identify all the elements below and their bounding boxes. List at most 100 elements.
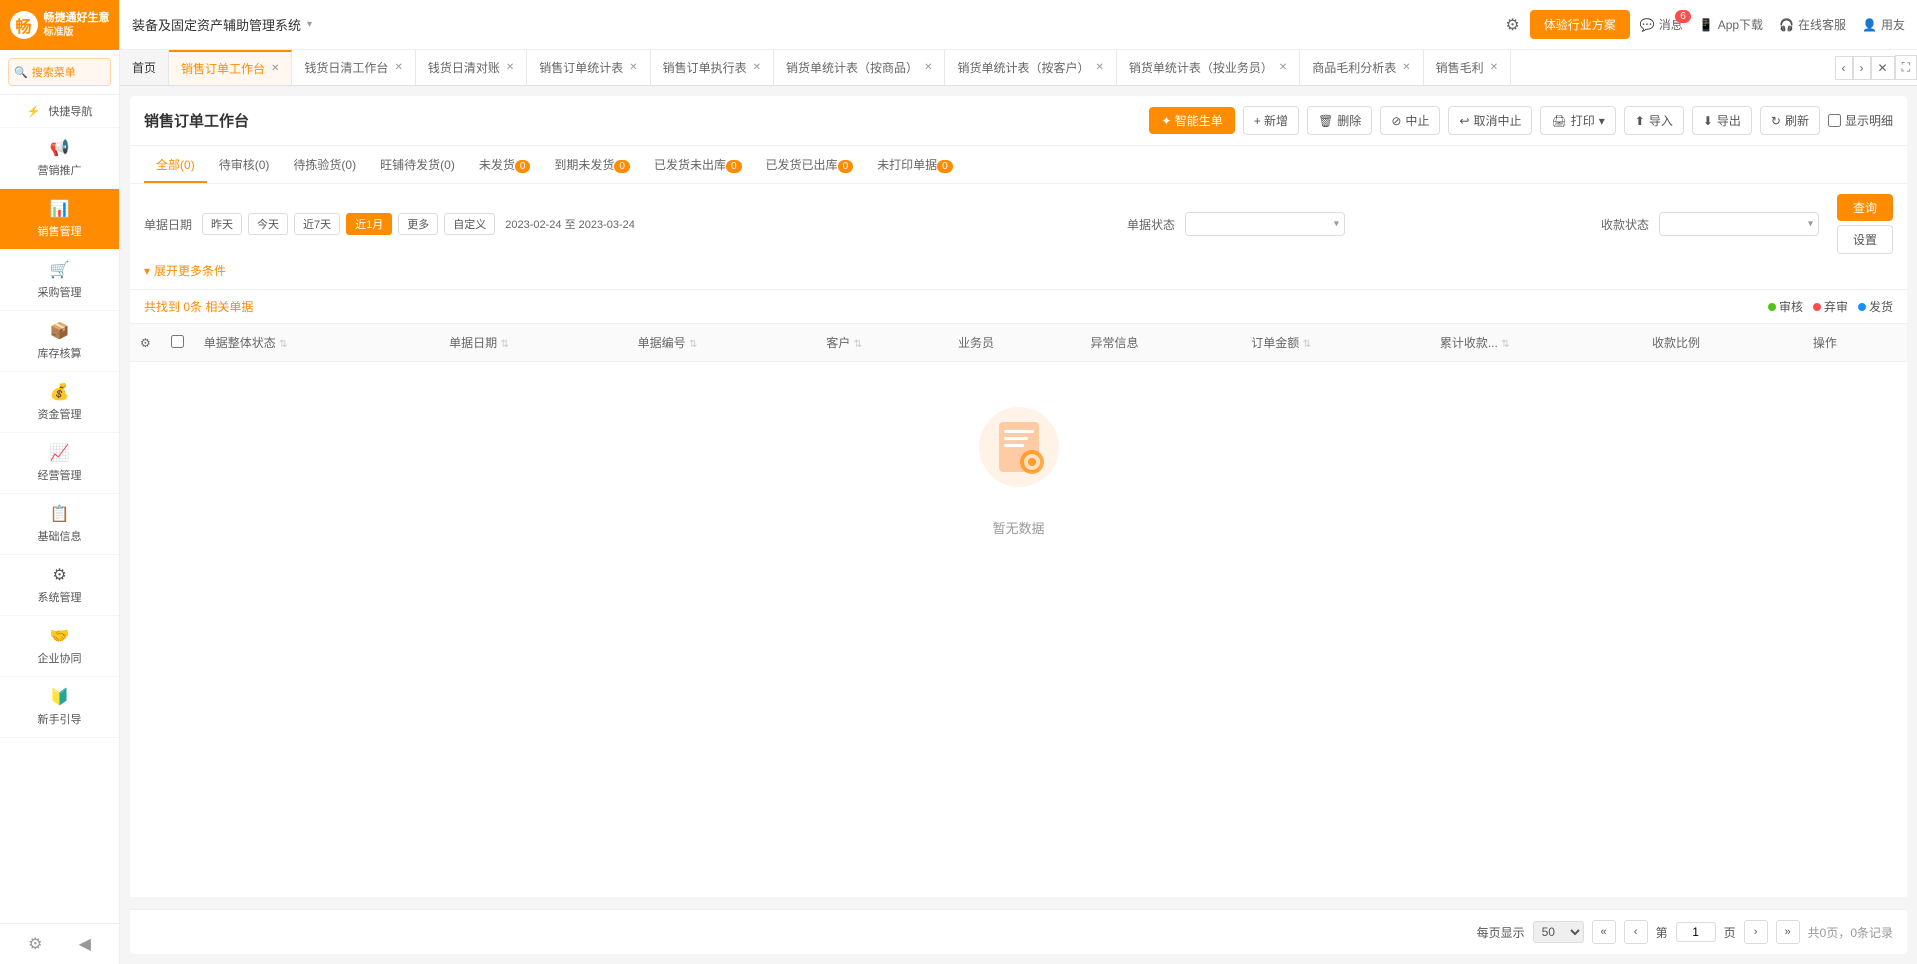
pagination-last-button[interactable]: » bbox=[1776, 920, 1800, 944]
pagination-first-button[interactable]: « bbox=[1592, 920, 1616, 944]
export-button[interactable]: ⬇ 导出 bbox=[1692, 106, 1752, 135]
tab-sales-product[interactable]: 销货单统计表（按商品） ✕ bbox=[774, 50, 945, 86]
tab-close-sales-product[interactable]: ✕ bbox=[924, 62, 932, 73]
amount-sort-icon[interactable]: ⇅ bbox=[1303, 339, 1311, 350]
sub-tab-shipped-not-out[interactable]: 已发货未出库0 bbox=[642, 146, 754, 183]
tab-sales-staff[interactable]: 销货单统计表（按业务员） ✕ bbox=[1117, 50, 1300, 86]
pagination-prev-button[interactable]: ‹ bbox=[1624, 920, 1648, 944]
refresh-button[interactable]: ↻ 刷新 bbox=[1760, 106, 1820, 135]
sidebar-item-guide[interactable]: 🔰 新手引导 bbox=[0, 677, 119, 738]
date-7days-button[interactable]: 近7天 bbox=[294, 213, 340, 235]
tab-profit-analysis[interactable]: 商品毛利分析表 ✕ bbox=[1300, 50, 1423, 86]
tabs-prev-button[interactable]: ‹ bbox=[1835, 56, 1853, 80]
select-all-checkbox[interactable] bbox=[171, 335, 184, 348]
date-yesterday-button[interactable]: 昨天 bbox=[202, 213, 242, 235]
sub-tab-wangpu[interactable]: 旺铺待发货(0) bbox=[368, 146, 467, 183]
tab-cash-reconcile[interactable]: 钱货日清对账 ✕ bbox=[416, 50, 527, 86]
tabs-next-button[interactable]: › bbox=[1853, 56, 1871, 80]
tab-close-sales-customer[interactable]: ✕ bbox=[1095, 62, 1103, 73]
tabs-close-all-button[interactable]: ✕ bbox=[1871, 56, 1895, 80]
page-size-select[interactable]: 10 20 50 100 bbox=[1533, 921, 1584, 943]
tab-sales-customer[interactable]: 销货单统计表（按客户） ✕ bbox=[945, 50, 1116, 86]
date-1month-button[interactable]: 近1月 bbox=[346, 213, 392, 235]
sidebar-item-quick-nav[interactable]: ⚡ 快捷导航 bbox=[0, 95, 119, 128]
settings-button[interactable]: 设置 bbox=[1837, 225, 1893, 254]
import-button[interactable]: ⬆ 导入 bbox=[1624, 106, 1684, 135]
number-sort-icon[interactable]: ⇅ bbox=[689, 339, 697, 350]
experience-button[interactable]: 体验行业方案 bbox=[1530, 10, 1630, 39]
sidebar-settings-button[interactable]: ⚙ bbox=[28, 934, 42, 954]
tab-sales-stats[interactable]: 销售订单统计表 ✕ bbox=[527, 50, 650, 86]
sub-tab-overdue-not-shipped[interactable]: 到期未发货0 bbox=[542, 146, 642, 183]
collected-sort-icon[interactable]: ⇅ bbox=[1501, 339, 1509, 350]
horizontal-scrollbar[interactable] bbox=[130, 897, 1907, 909]
date-more-button[interactable]: 更多 bbox=[398, 213, 438, 235]
tab-close-sales-profit[interactable]: ✕ bbox=[1490, 62, 1498, 73]
pagination-page-input[interactable] bbox=[1676, 922, 1716, 942]
message-button[interactable]: 💬 消息 6 bbox=[1640, 16, 1683, 33]
sidebar-item-system[interactable]: ⚙ 系统管理 bbox=[0, 555, 119, 616]
add-button[interactable]: + 新增 bbox=[1243, 106, 1299, 135]
tab-sales-workbench[interactable]: 销售订单工作台 ✕ bbox=[169, 50, 292, 86]
status-sort-icon[interactable]: ⇅ bbox=[279, 339, 287, 350]
bulk-ship-button[interactable]: 发货 bbox=[1858, 298, 1893, 315]
system-dropdown[interactable]: ▾ bbox=[307, 19, 312, 30]
cancel-stop-button[interactable]: ↩ 取消中止 bbox=[1448, 106, 1532, 135]
user-menu-button[interactable]: 👤 用友 bbox=[1862, 16, 1905, 33]
stop-button[interactable]: ⊘ 中止 bbox=[1380, 106, 1440, 135]
tabs-fullscreen-button[interactable]: ⛶ bbox=[1895, 55, 1917, 80]
delete-button[interactable]: 🗑 删除 bbox=[1307, 106, 1372, 135]
sidebar-item-purchase[interactable]: 🛒 采购管理 bbox=[0, 250, 119, 311]
sidebar-item-marketing[interactable]: 📢 营销推广 bbox=[0, 128, 119, 189]
sub-tab-not-shipped[interactable]: 未发货0 bbox=[467, 146, 543, 183]
payment-select[interactable] bbox=[1659, 212, 1819, 236]
tab-close-sales-workbench[interactable]: ✕ bbox=[271, 63, 279, 74]
print-button[interactable]: 🖨 打印 ▾ bbox=[1540, 106, 1615, 135]
topbar-settings-icon[interactable]: ⚙ bbox=[1505, 15, 1519, 35]
sidebar-item-finance[interactable]: 💰 资金管理 bbox=[0, 372, 119, 433]
tab-close-sales-exec[interactable]: ✕ bbox=[753, 62, 761, 73]
sub-tab-shipped-out[interactable]: 已发货已出库0 bbox=[754, 146, 866, 183]
tab-cash-daily[interactable]: 钱货日清工作台 ✕ bbox=[292, 50, 415, 86]
sub-tab-not-printed[interactable]: 未打印单据0 bbox=[865, 146, 965, 183]
expand-conditions-button[interactable]: ▾ 展开更多条件 bbox=[144, 262, 226, 279]
date-custom-button[interactable]: 自定义 bbox=[444, 213, 495, 235]
query-button[interactable]: 查询 bbox=[1837, 194, 1893, 221]
date-sort-icon[interactable]: ⇅ bbox=[500, 339, 508, 350]
online-service-button[interactable]: 🎧 在线客服 bbox=[1779, 16, 1846, 33]
sidebar-collapse-button[interactable]: ◀ bbox=[79, 934, 91, 954]
marketing-icon: 📢 bbox=[50, 138, 70, 158]
customer-sort-icon[interactable]: ⇅ bbox=[854, 339, 862, 350]
sidebar-item-operations[interactable]: 📈 经营管理 bbox=[0, 433, 119, 494]
sub-tab-pending-review[interactable]: 待审核(0) bbox=[207, 146, 282, 183]
column-settings-icon[interactable]: ⚙ bbox=[140, 336, 151, 350]
tabs-bar: 首页 销售订单工作台 ✕ 钱货日清工作台 ✕ 钱货日清对账 ✕ 销售订单统计表 … bbox=[120, 50, 1917, 86]
sidebar-item-cooperation[interactable]: 🤝 企业协同 bbox=[0, 616, 119, 677]
sidebar-item-basic[interactable]: 📋 基础信息 bbox=[0, 494, 119, 555]
show-detail-checkbox[interactable] bbox=[1828, 114, 1841, 127]
tab-home[interactable]: 首页 bbox=[120, 50, 169, 86]
tab-close-sales-staff[interactable]: ✕ bbox=[1279, 62, 1287, 73]
tab-close-sales-stats[interactable]: ✕ bbox=[629, 62, 637, 73]
tab-close-profit-analysis[interactable]: ✕ bbox=[1402, 62, 1410, 73]
th-settings: ⚙ bbox=[130, 324, 161, 362]
date-today-button[interactable]: 今天 bbox=[248, 213, 288, 235]
search-menu-button[interactable]: 🔍 搜索菜单 bbox=[8, 58, 111, 86]
show-detail-checkbox-label[interactable]: 显示明细 bbox=[1828, 112, 1893, 129]
sidebar-item-inventory[interactable]: 📦 库存核算 bbox=[0, 311, 119, 372]
tab-close-cash-daily[interactable]: ✕ bbox=[394, 62, 402, 73]
tab-close-cash-reconcile[interactable]: ✕ bbox=[506, 62, 514, 73]
sub-tab-pending-check[interactable]: 待拣验货(0) bbox=[281, 146, 368, 183]
bulk-cancel-review-button[interactable]: 弃审 bbox=[1813, 298, 1848, 315]
bulk-review-button[interactable]: 审核 bbox=[1768, 298, 1803, 315]
pagination-next-button[interactable]: › bbox=[1744, 920, 1768, 944]
sidebar-item-sales[interactable]: 📊 销售管理 bbox=[0, 189, 119, 250]
status-select[interactable] bbox=[1185, 212, 1345, 236]
smart-generate-button[interactable]: ✦ 智能生单 bbox=[1149, 107, 1234, 134]
app-download-button[interactable]: 📱 App下载 bbox=[1699, 16, 1763, 33]
sub-tab-all[interactable]: 全部(0) bbox=[144, 146, 207, 183]
table-wrap[interactable]: ⚙ 单据整体状态 ⇅ 单据日期 ⇅ bbox=[130, 324, 1907, 897]
tab-sales-exec[interactable]: 销售订单执行表 ✕ bbox=[651, 50, 774, 86]
tab-sales-profit[interactable]: 销售毛利 ✕ bbox=[1424, 50, 1511, 86]
shipped-not-out-badge: 0 bbox=[726, 160, 742, 173]
